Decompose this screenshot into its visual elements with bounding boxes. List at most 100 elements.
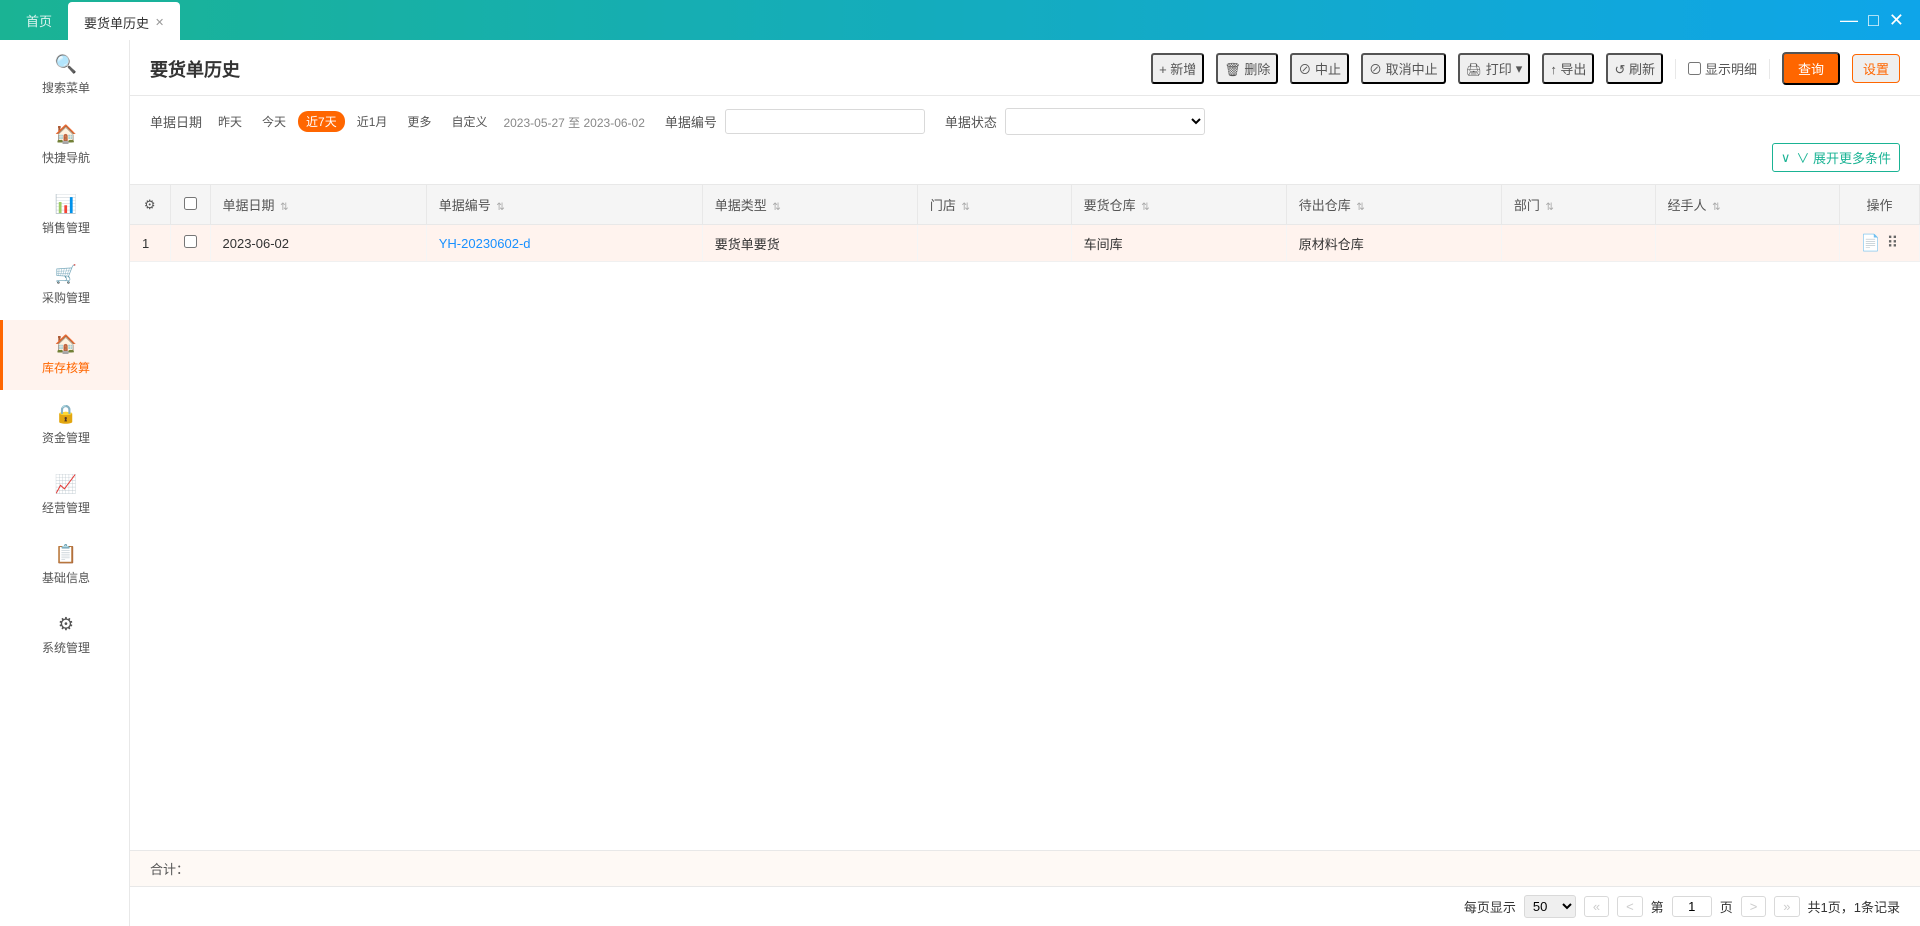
th-action: 操作 <box>1840 185 1920 225</box>
first-page-button[interactable]: « <box>1584 896 1609 917</box>
minimize-icon[interactable]: — <box>1840 10 1858 31</box>
tab-bar: 首页 要货单历史 ✕ <box>10 0 1840 40</box>
date-chip-1month[interactable]: 近1月 <box>349 111 396 132</box>
td-actions: 📄 ⠿ <box>1840 225 1920 262</box>
page-size-label: 每页显示 <box>1464 897 1516 916</box>
search-menu-icon: 🔍 <box>55 54 77 75</box>
cart-icon: 🛒 <box>55 264 77 285</box>
toolbar-divider <box>1675 59 1676 79</box>
th-store: 门店 ⇅ <box>917 185 1071 225</box>
tab-home[interactable]: 首页 <box>10 0 68 40</box>
select-all-checkbox[interactable] <box>184 197 197 210</box>
td-dept <box>1501 225 1655 262</box>
td-handler <box>1655 225 1839 262</box>
order-no-filter: 单据编号 <box>665 109 925 134</box>
page-header: 要货单历史 + 新增 🗑 删除 ⊘ 中止 ⊘ 取消中止 🖨 <box>130 40 1920 96</box>
date-chip-yesterday[interactable]: 昨天 <box>210 111 250 132</box>
tab-requisition-history[interactable]: 要货单历史 ✕ <box>68 2 180 42</box>
print-button[interactable]: 🖨 打印 ▾ <box>1458 53 1531 84</box>
date-chip-today[interactable]: 今天 <box>254 111 294 132</box>
page-size-select[interactable]: 10 20 50 100 <box>1524 895 1576 918</box>
order-no-input[interactable] <box>725 109 925 134</box>
tab-close-icon[interactable]: ✕ <box>155 16 164 29</box>
display-detail-checkbox[interactable] <box>1688 62 1701 75</box>
refresh-button[interactable]: ↺ 刷新 <box>1606 53 1663 84</box>
sidebar-item-search-menu[interactable]: 🔍 搜索菜单 <box>0 40 129 110</box>
top-bar: 首页 要货单历史 ✕ — □ ✕ <box>0 0 1920 40</box>
query-button[interactable]: 查询 <box>1782 52 1840 85</box>
doc-icon: 📋 <box>55 544 77 565</box>
edit-icon[interactable]: 📄 <box>1861 233 1881 253</box>
status-select[interactable] <box>1005 108 1205 135</box>
th-type: 单据类型 ⇅ <box>702 185 917 225</box>
td-date: 2023-06-02 <box>210 225 426 262</box>
settings-icon[interactable]: ⚙ <box>144 197 156 212</box>
sort-icon-type[interactable]: ⇅ <box>772 202 780 213</box>
sort-icon-store[interactable]: ⇅ <box>962 202 970 213</box>
th-pending-warehouse: 待出仓库 ⇅ <box>1286 185 1501 225</box>
window-actions: — □ ✕ <box>1840 10 1920 31</box>
td-type: 要货单要货 <box>702 225 917 262</box>
expand-more-btn[interactable]: ∨ ∨ 展开更多条件 <box>1772 143 1900 172</box>
last-page-button[interactable]: » <box>1774 896 1799 917</box>
date-chip-custom[interactable]: 自定义 <box>443 111 495 132</box>
sidebar-item-finance-mgmt[interactable]: 🔒 资金管理 <box>0 390 129 460</box>
maximize-icon[interactable]: □ <box>1868 10 1879 31</box>
sort-icon-warehouse[interactable]: ⇅ <box>1141 202 1149 213</box>
sidebar-item-quick-nav[interactable]: 🏠 快捷导航 <box>0 110 129 180</box>
date-chip-more[interactable]: 更多 <box>399 111 439 132</box>
sidebar-item-ops-mgmt[interactable]: 📈 经营管理 <box>0 460 129 530</box>
sidebar-item-purchase-mgmt[interactable]: 🛒 采购管理 <box>0 250 129 320</box>
delete-button[interactable]: 🗑 删除 <box>1216 53 1278 84</box>
sidebar-item-basic-info[interactable]: 📋 基础信息 <box>0 530 129 600</box>
next-page-button[interactable]: > <box>1741 896 1767 917</box>
date-chip-7days[interactable]: 近7天 <box>298 111 345 132</box>
main-layout: 🔍 搜索菜单 🏠 快捷导航 📊 销售管理 🛒 采购管理 🏠 库存核算 🔒 资金管… <box>0 40 1920 926</box>
new-button[interactable]: + 新增 <box>1151 53 1204 84</box>
table-row: 1 2023-06-02 YH-20230602-d 要货单要货 车间库 原材料… <box>130 225 1920 262</box>
sort-icon-dept[interactable]: ⇅ <box>1545 202 1553 213</box>
chevron-down-icon: ▾ <box>1516 61 1523 77</box>
row-checkbox[interactable] <box>184 235 197 248</box>
sidebar-item-inventory[interactable]: 🏠 库存核算 <box>0 320 129 390</box>
prev-page-button[interactable]: < <box>1617 896 1643 917</box>
date-range-text: 2023-05-27 至 2023-06-02 <box>503 114 644 131</box>
ops-icon: 📈 <box>55 474 77 495</box>
export-button[interactable]: ↑ 导出 <box>1542 53 1594 84</box>
display-detail-toggle[interactable]: 显示明细 <box>1688 59 1757 78</box>
th-date: 单据日期 ⇅ <box>210 185 426 225</box>
stop-button[interactable]: ⊘ 中止 <box>1290 53 1349 84</box>
summary-label: 合计： <box>150 859 189 878</box>
more-icon[interactable]: ⠿ <box>1887 233 1899 253</box>
sidebar-item-sys-mgmt[interactable]: ⚙ 系统管理 <box>0 600 129 670</box>
th-settings: ⚙ <box>130 185 170 225</box>
date-chips: 昨天 今天 近7天 近1月 更多 自定义 <box>210 111 495 132</box>
close-window-icon[interactable]: ✕ <box>1889 10 1904 31</box>
sort-icon-order-no[interactable]: ⇅ <box>496 202 504 213</box>
table-footer: 合计： <box>130 850 1920 886</box>
td-pending-warehouse: 原材料仓库 <box>1286 225 1501 262</box>
sort-icon-date[interactable]: ⇅ <box>280 202 288 213</box>
cancel-stop-button[interactable]: ⊘ 取消中止 <box>1361 53 1446 84</box>
status-label: 单据状态 <box>945 112 997 131</box>
table-header-row: ⚙ 单据日期 ⇅ 单据编号 ⇅ <box>130 185 1920 225</box>
toolbar-divider-2 <box>1769 59 1770 79</box>
order-no-link[interactable]: YH-20230602-d <box>439 236 531 251</box>
chart-icon: 📊 <box>55 194 77 215</box>
settings-button[interactable]: 设置 <box>1852 54 1900 83</box>
sidebar-item-sales-mgmt[interactable]: 📊 销售管理 <box>0 180 129 250</box>
sort-icon-pending[interactable]: ⇅ <box>1356 202 1364 213</box>
page-number-input[interactable] <box>1672 896 1712 917</box>
sort-icon-handler[interactable]: ⇅ <box>1712 202 1720 213</box>
filter-second-row: ∨ ∨ 展开更多条件 <box>150 143 1900 172</box>
th-handler: 经手人 ⇅ <box>1655 185 1839 225</box>
status-filter: 单据状态 <box>945 108 1205 135</box>
total-info: 共1页，1条记录 <box>1808 897 1900 916</box>
chevron-down-icon-2: ∨ <box>1781 150 1791 166</box>
lock-icon: 🔒 <box>55 404 77 425</box>
td-warehouse: 车间库 <box>1071 225 1286 262</box>
inventory-icon: 🏠 <box>55 334 77 355</box>
th-warehouse: 要货仓库 ⇅ <box>1071 185 1286 225</box>
page-title: 要货单历史 <box>150 56 240 82</box>
td-row-no: 1 <box>130 225 170 262</box>
